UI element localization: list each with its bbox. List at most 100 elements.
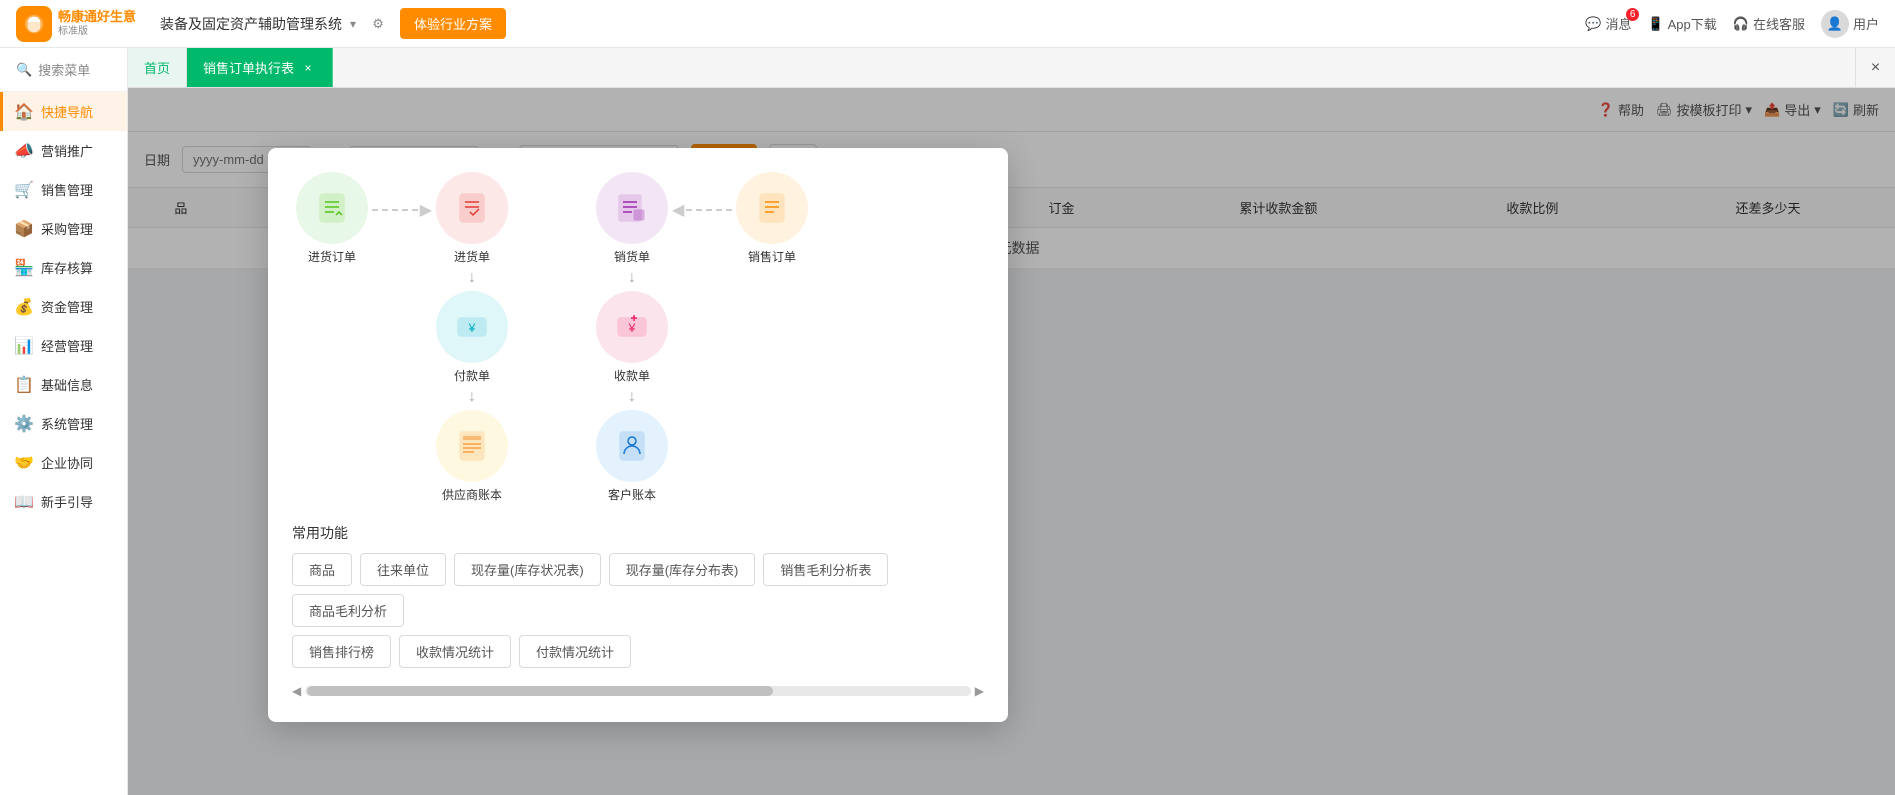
common-functions-section: 常用功能 商品 往来单位 现存量(库存状况表) 现存量(库存分布表) 销售毛利分… — [292, 523, 984, 668]
supplier-ledger-label: 供应商账本 — [436, 486, 508, 503]
purchase-doc-label: 进货单 — [436, 248, 508, 265]
user-avatar: 👤 — [1821, 10, 1849, 38]
purchase-order-label: 进货订单 — [296, 248, 368, 265]
newbie-icon: 📖 — [15, 493, 33, 511]
sidebar-item-label: 系统管理 — [41, 414, 93, 433]
arrow-h2: ◀ — [672, 200, 732, 220]
sidebar-item-label: 营销推广 — [41, 141, 93, 160]
app-download-label: App下载 — [1668, 14, 1717, 33]
system-title: 装备及固定资产辅助管理系统 — [160, 14, 342, 34]
sidebar: 🔍 搜索菜单 🏠 快捷导航 📣 营销推广 🛒 销售管理 📦 — [0, 48, 128, 795]
tab-sales-order[interactable]: 销售订单执行表 × — [187, 48, 333, 87]
quick-nav-icon: 🏠 — [15, 103, 33, 121]
payment-doc-label: 付款单 — [436, 367, 508, 384]
tab-label: 销售订单执行表 — [203, 58, 294, 77]
arrow-v1: ↓ — [432, 269, 512, 287]
scroll-left-arrow[interactable]: ◀ — [292, 684, 301, 698]
sales-doc-label: 销货单 — [596, 248, 668, 265]
purchase-doc-node[interactable] — [436, 172, 508, 244]
func-btn-sales-profit[interactable]: 销售毛利分析表 — [763, 553, 888, 586]
customer-ledger-node[interactable] — [596, 410, 668, 482]
sidebar-item-label: 基础信息 — [41, 375, 93, 394]
online-service-button[interactable]: 🎧 在线客服 — [1733, 14, 1805, 33]
sidebar-item-label: 库存核算 — [41, 258, 93, 277]
search-icon: 🔍 — [16, 62, 32, 78]
logo-icon — [16, 6, 52, 42]
top-bar-center: 装备及固定资产辅助管理系统 ▾ ⚙ 体验行业方案 — [144, 8, 1585, 39]
func-btn-stock-dist[interactable]: 现存量(库存分布表) — [609, 553, 756, 586]
user-label: 用户 — [1853, 14, 1879, 33]
func-btn-sales-rank[interactable]: 销售排行榜 — [292, 635, 391, 668]
modal-overlay[interactable]: 进货订单 ▶ — [128, 88, 1895, 795]
sales-order-label: 销售订单 — [736, 248, 808, 265]
sidebar-search[interactable]: 🔍 搜索菜单 — [0, 48, 127, 92]
search-label: 搜索菜单 — [38, 60, 90, 79]
func-btn-stock-status[interactable]: 现存量(库存状况表) — [454, 553, 601, 586]
receipt-doc-label: 收款单 — [596, 367, 668, 384]
marketing-icon: 📣 — [15, 142, 33, 160]
tab-home[interactable]: 首页 — [128, 48, 187, 87]
sidebar-item-finance[interactable]: 💰 资金管理 — [0, 287, 127, 326]
func-btn-partners[interactable]: 往来单位 — [360, 553, 446, 586]
sidebar-item-marketing[interactable]: 📣 营销推广 — [0, 131, 127, 170]
home-tab-label: 首页 — [144, 58, 170, 77]
func-btn-receipt-stats[interactable]: 收款情况统计 — [399, 635, 511, 668]
sidebar-item-label: 快捷导航 — [41, 102, 93, 121]
sidebar-item-enterprise[interactable]: 🤝 企业协同 — [0, 443, 127, 482]
enterprise-icon: 🤝 — [15, 454, 33, 472]
trial-button[interactable]: 体验行业方案 — [400, 8, 506, 39]
sidebar-item-newbie[interactable]: 📖 新手引导 — [0, 482, 127, 521]
operations-icon: 📊 — [15, 337, 33, 355]
system-icon: ⚙️ — [15, 415, 33, 433]
sidebar-item-sales[interactable]: 🛒 销售管理 — [0, 170, 127, 209]
sidebar-item-label: 资金管理 — [41, 297, 93, 316]
top-bar-right: 💬 消息 6 📱 App下载 🎧 在线客服 👤 用户 — [1585, 10, 1879, 38]
arrow-v2: ↓ — [592, 269, 672, 287]
flow-diagram: 进货订单 ▶ — [292, 172, 984, 503]
sidebar-item-inventory[interactable]: 🏪 库存核算 — [0, 248, 127, 287]
download-icon: 📱 — [1647, 16, 1663, 32]
arrow-v4: ↓ — [592, 388, 672, 406]
sidebar-item-purchase[interactable]: 📦 采购管理 — [0, 209, 127, 248]
payment-doc-node[interactable]: ¥ — [436, 291, 508, 363]
dropdown-arrow-icon[interactable]: ▾ — [350, 17, 356, 31]
user-area[interactable]: 👤 用户 — [1821, 10, 1879, 38]
svg-text:¥: ¥ — [468, 321, 476, 335]
sidebar-item-system[interactable]: ⚙️ 系统管理 — [0, 404, 127, 443]
message-button[interactable]: 💬 消息 6 — [1585, 14, 1631, 33]
func-btn-payment-stats[interactable]: 付款情况统计 — [519, 635, 631, 668]
func-btn-goods-profit[interactable]: 商品毛利分析 — [292, 594, 404, 627]
gear-button[interactable]: ⚙ — [364, 10, 392, 38]
sidebar-item-label: 新手引导 — [41, 492, 93, 511]
online-service-label: 在线客服 — [1753, 14, 1805, 33]
modal-scrollbar[interactable]: ◀ ▶ — [292, 684, 984, 698]
arrow-v3: ↓ — [432, 388, 512, 406]
sidebar-item-quick-nav[interactable]: 🏠 快捷导航 — [0, 92, 127, 131]
tab-close-icon[interactable]: × — [300, 60, 316, 76]
supplier-ledger-node[interactable] — [436, 410, 508, 482]
customer-ledger-label: 客户账本 — [596, 486, 668, 503]
content-area: 首页 销售订单执行表 × × ❓ 帮助 — [128, 48, 1895, 795]
finance-icon: 💰 — [15, 298, 33, 316]
sidebar-item-basic-info[interactable]: 📋 基础信息 — [0, 365, 127, 404]
message-badge: 6 — [1626, 8, 1640, 21]
sales-doc-node[interactable] — [596, 172, 668, 244]
logo-area: 畅康通好生意 标准版 — [16, 6, 144, 42]
scroll-right-arrow[interactable]: ▶ — [975, 684, 984, 698]
purchase-order-node[interactable] — [296, 172, 368, 244]
func-btn-goods[interactable]: 商品 — [292, 553, 352, 586]
sales-icon: 🛒 — [15, 181, 33, 199]
service-icon: 🎧 — [1733, 16, 1749, 32]
sidebar-item-label: 经营管理 — [41, 336, 93, 355]
common-funcs-title: 常用功能 — [292, 523, 984, 543]
receipt-doc-node[interactable]: ¥ — [596, 291, 668, 363]
tab-close-right-button[interactable]: × — [1855, 48, 1895, 88]
sidebar-item-operations[interactable]: 📊 经营管理 — [0, 326, 127, 365]
app-download-button[interactable]: 📱 App下载 — [1647, 14, 1716, 33]
purchase-icon: 📦 — [15, 220, 33, 238]
sales-order-node[interactable] — [736, 172, 808, 244]
modal-box: 进货订单 ▶ — [268, 148, 1008, 722]
arrow-h1: ▶ — [372, 200, 432, 220]
sidebar-item-label: 采购管理 — [41, 219, 93, 238]
logo-text: 畅康通好生意 标准版 — [58, 9, 136, 39]
